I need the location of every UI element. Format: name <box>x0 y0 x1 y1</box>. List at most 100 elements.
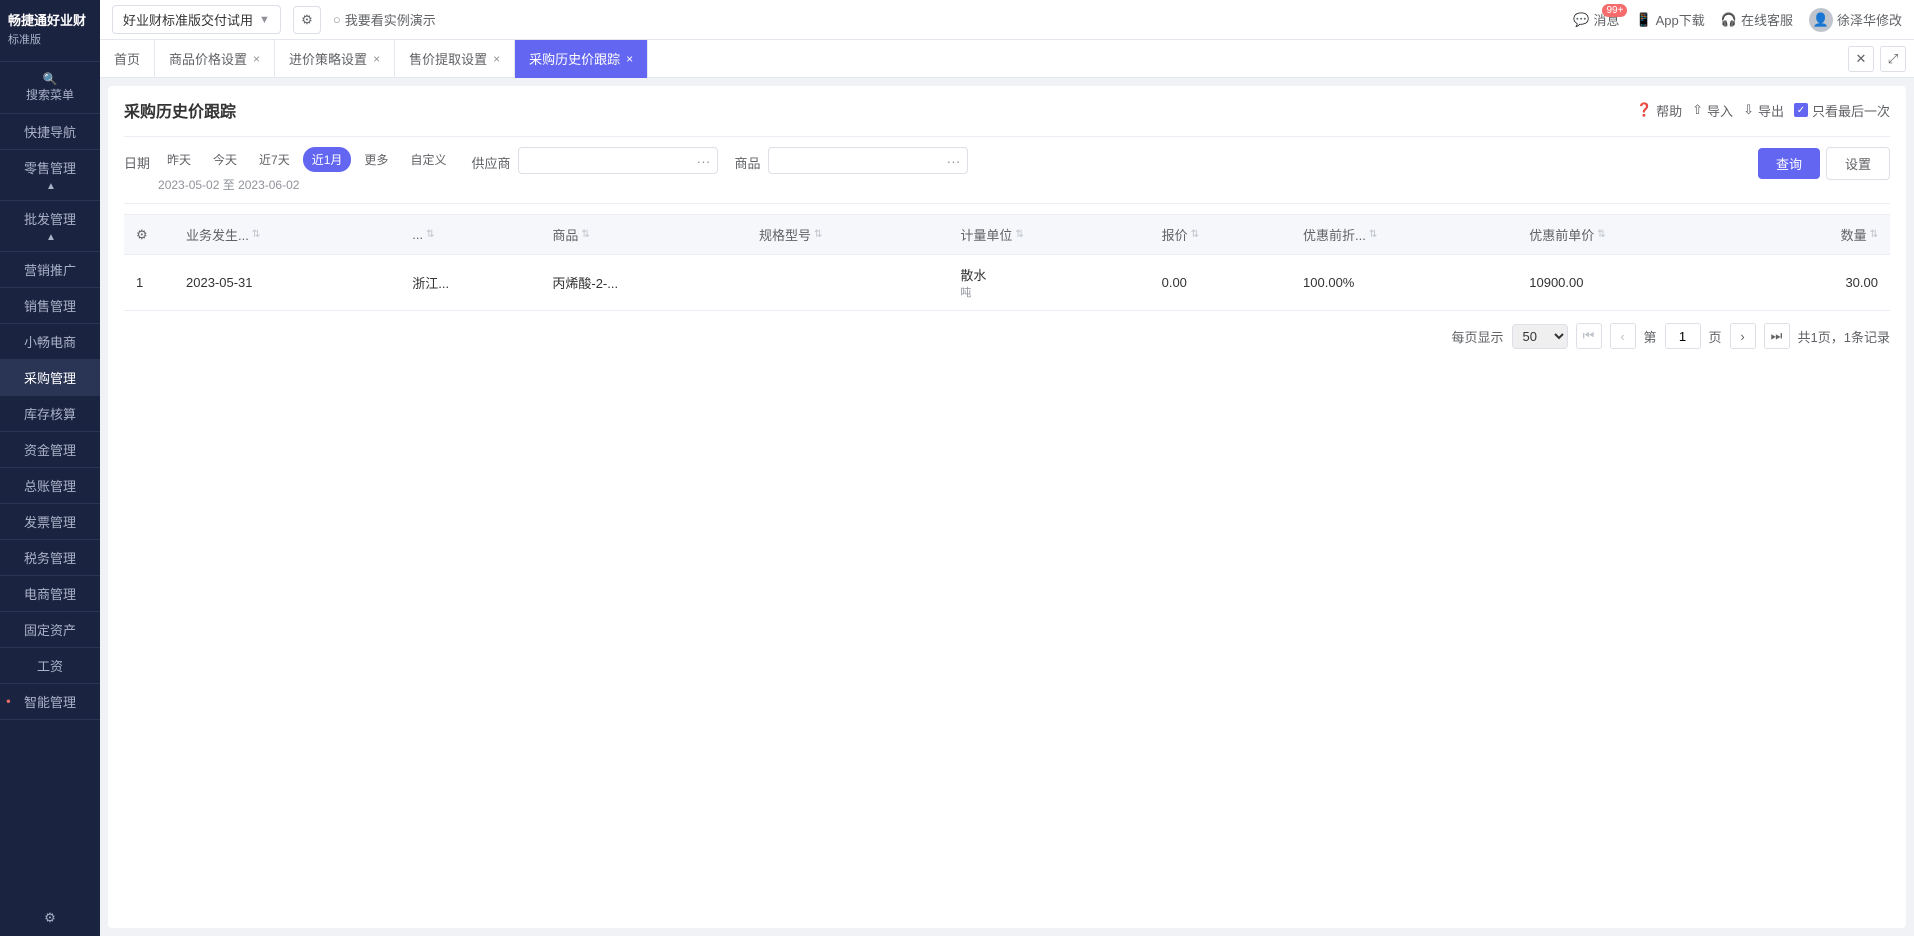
tab-close-btn[interactable]: ✕ <box>1848 46 1874 72</box>
logo-text: 畅捷通好业财标准版 <box>8 12 86 49</box>
tab-home[interactable]: 首页 <box>100 40 155 78</box>
spec-sort[interactable]: 规格型号 ⇅ <box>759 225 822 244</box>
date-btn-more[interactable]: 更多 <box>355 147 397 172</box>
tab-purchase-strategy-close[interactable]: × <box>373 52 380 66</box>
last-page-btn[interactable]: ⏭ <box>1764 323 1790 349</box>
topbar: 好业财标准版交付试用 ▼ ⚙ ○ 我要看实例演示 💬 消息 99+ 📱 App下… <box>100 0 1914 40</box>
sidebar-item-wholesale-mgmt[interactable]: 批发管理 ▲ <box>0 201 100 252</box>
settings-filter-btn[interactable]: 设置 <box>1826 147 1890 180</box>
online-service-btn[interactable]: 🎧 在线客服 <box>1721 10 1793 29</box>
query-btn[interactable]: 查询 <box>1758 148 1820 179</box>
prev-page-btn[interactable]: ‹ <box>1610 323 1636 349</box>
extra-sort[interactable]: ... ⇅ <box>412 227 434 242</box>
import-btn[interactable]: ⇧ 导入 <box>1692 101 1733 120</box>
product-sort[interactable]: 商品 ⇅ <box>552 225 589 244</box>
sidebar-item-smart-mgmt[interactable]: 智能管理 <box>0 684 100 720</box>
th-quantity: 数量 ⇅ <box>1749 215 1891 255</box>
sidebar: 畅捷通好业财标准版 🔍 搜索菜单 快捷导航 零售管理 ▲ 批发管理 ▲ 营销推广… <box>0 0 100 936</box>
expand-icon: ⤢ <box>1888 51 1898 67</box>
sidebar-item-search[interactable]: 🔍 搜索菜单 <box>0 62 100 114</box>
page-prefix-label: 第 <box>1644 327 1657 346</box>
per-page-select[interactable]: 50 10 20 100 <box>1512 324 1568 349</box>
tab-home-label: 首页 <box>114 49 140 68</box>
close-icon: ✕ <box>1856 51 1867 67</box>
sidebar-item-general-ledger[interactable]: 总账管理 <box>0 468 100 504</box>
sidebar-item-finance[interactable]: 资金管理 <box>0 432 100 468</box>
product-filter-group: 商品 ··· <box>734 147 968 174</box>
content-area: 采购历史价跟踪 ❓ 帮助 ⇧ 导入 ⇩ 导出 ✓ <box>100 78 1914 936</box>
date-btn-custom[interactable]: 自定义 <box>401 147 455 172</box>
filter-actions: 查询 设置 <box>1758 147 1890 180</box>
next-page-btn[interactable]: › <box>1730 323 1756 349</box>
unit-label: 计量单位 <box>960 225 1012 244</box>
price-sort[interactable]: 报价 ⇅ <box>1162 225 1199 244</box>
pre-discount-sort[interactable]: 优惠前单价 ⇅ <box>1529 225 1605 244</box>
date-filter-group: 日期 昨天 今天 近7天 近1月 更多 自定义 2023-05-02 至 202… <box>124 147 455 193</box>
biz-date-sort[interactable]: 业务发生... ⇅ <box>186 225 260 244</box>
page-suffix-label: 页 <box>1709 327 1722 346</box>
sidebar-item-salary[interactable]: 工资 <box>0 648 100 684</box>
tab-sale-price-close[interactable]: × <box>493 52 500 66</box>
th-product: 商品 ⇅ <box>540 215 747 255</box>
supplier-dots[interactable]: ··· <box>696 153 710 169</box>
page-input[interactable] <box>1665 323 1701 349</box>
tab-purchase-history-close[interactable]: × <box>626 52 633 66</box>
demo-link[interactable]: ○ 我要看实例演示 <box>333 10 436 29</box>
unit-sort[interactable]: 计量单位 ⇅ <box>960 225 1023 244</box>
sidebar-item-ecom-small[interactable]: 小畅电商 <box>0 324 100 360</box>
sidebar-item-retail-mgmt[interactable]: 零售管理 ▲ <box>0 150 100 201</box>
sidebar-item-inventory[interactable]: 库存核算 <box>0 396 100 432</box>
app-download-icon: 📱 <box>1635 12 1651 28</box>
page-actions: ❓ 帮助 ⇧ 导入 ⇩ 导出 ✓ 只看最后一次 <box>1636 101 1890 120</box>
first-page-btn[interactable]: ⏮ <box>1576 323 1602 349</box>
sidebar-item-marketing[interactable]: 营销推广 <box>0 252 100 288</box>
export-btn[interactable]: ⇩ 导出 <box>1743 101 1784 120</box>
export-label: 导出 <box>1758 101 1784 120</box>
discount-sort[interactable]: 优惠前折... ⇅ <box>1303 225 1377 244</box>
biz-date-sort-icon: ⇅ <box>252 229 260 240</box>
tab-sale-price[interactable]: 售价提取设置 × <box>395 40 515 78</box>
table-row: 1 2023-05-31 浙江... 丙烯酸-2-... 散水吨 0.00 10… <box>124 255 1890 311</box>
sidebar-item-ecom-mgmt[interactable]: 电商管理 <box>0 576 100 612</box>
sidebar-item-quick-nav[interactable]: 快捷导航 <box>0 114 100 150</box>
sidebar-item-tax[interactable]: 税务管理 <box>0 540 100 576</box>
sidebar-item-sales-mgmt[interactable]: 销售管理 <box>0 288 100 324</box>
product-input[interactable] <box>768 147 968 174</box>
app-download-btn[interactable]: 📱 App下载 <box>1635 10 1704 29</box>
only-last-checkbox[interactable]: ✓ 只看最后一次 <box>1794 101 1890 120</box>
tab-purchase-history[interactable]: 采购历史价跟踪 × <box>515 40 648 78</box>
tab-product-price[interactable]: 商品价格设置 × <box>155 40 275 78</box>
tab-product-price-close[interactable]: × <box>253 52 260 66</box>
tab-purchase-strategy[interactable]: 进价策略设置 × <box>275 40 395 78</box>
page-header: 采购历史价跟踪 ❓ 帮助 ⇧ 导入 ⇩ 导出 ✓ <box>124 98 1890 122</box>
demo-icon: ○ <box>333 12 341 27</box>
product-dots[interactable]: ··· <box>946 153 960 169</box>
date-btn-last7days[interactable]: 近7天 <box>250 147 299 172</box>
user-menu[interactable]: 👤 徐泽华修改 <box>1809 8 1902 32</box>
price-label: 报价 <box>1162 225 1188 244</box>
supplier-input[interactable] <box>518 147 718 174</box>
product-filter-label: 商品 <box>734 147 760 172</box>
version-selector[interactable]: 好业财标准版交付试用 ▼ <box>112 5 281 34</box>
sidebar-settings-btn[interactable]: ⚙ <box>0 900 100 936</box>
message-btn[interactable]: 💬 消息 99+ <box>1573 10 1619 29</box>
tab-expand-btn[interactable]: ⤢ <box>1880 46 1906 72</box>
table-gear-icon[interactable]: ⚙ <box>136 227 148 242</box>
help-btn[interactable]: ❓ 帮助 <box>1636 101 1682 120</box>
product-input-wrap: ··· <box>768 147 968 174</box>
per-page-label: 每页显示 <box>1451 327 1503 346</box>
th-spec: 规格型号 ⇅ <box>747 215 948 255</box>
help-icon: ❓ <box>1636 102 1652 118</box>
price-sort-icon: ⇅ <box>1191 229 1199 240</box>
supplier-filter-group: 供应商 ··· <box>471 147 718 174</box>
app-logo: 畅捷通好业财标准版 <box>0 0 100 62</box>
settings-btn[interactable]: ⚙ <box>293 6 321 34</box>
tab-sale-price-label: 售价提取设置 <box>409 49 487 68</box>
date-btn-last1month[interactable]: 近1月 <box>303 147 352 172</box>
sidebar-item-invoice[interactable]: 发票管理 <box>0 504 100 540</box>
sidebar-item-purchase-mgmt[interactable]: 采购管理 <box>0 360 100 396</box>
date-btn-yesterday[interactable]: 昨天 <box>158 147 200 172</box>
quantity-sort[interactable]: 数量 ⇅ <box>1841 225 1878 244</box>
sidebar-item-fixed-assets[interactable]: 固定资产 <box>0 612 100 648</box>
date-btn-today[interactable]: 今天 <box>204 147 246 172</box>
